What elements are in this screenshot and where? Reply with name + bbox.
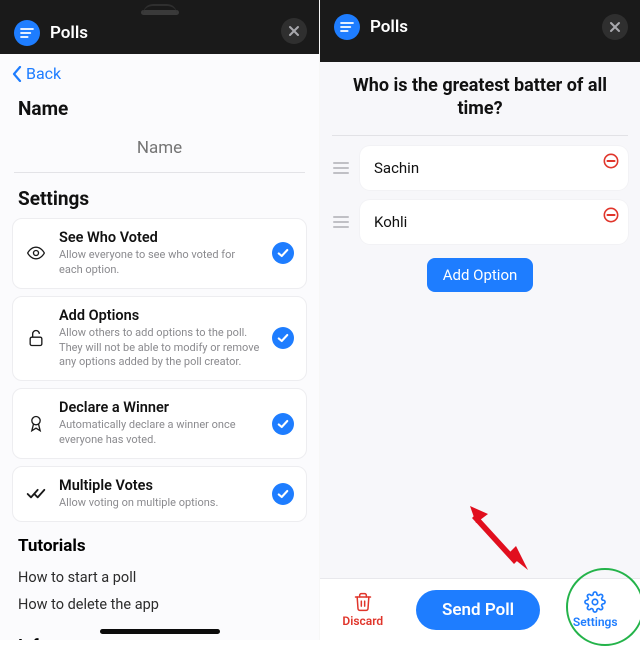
left-scroll-body[interactable]: Back Name Settings See Who Voted Allow e… [0, 54, 319, 640]
option-label: Kohli [374, 213, 407, 231]
option-row: Sachin [332, 146, 628, 190]
polls-logo-icon [334, 14, 360, 40]
checkmark-icon[interactable] [272, 413, 294, 435]
settings-list: See Who Voted Allow everyone to see who … [0, 218, 319, 522]
tutorials-section-title: Tutorials [18, 536, 301, 556]
option-row: Kohli [332, 200, 628, 244]
setting-desc: Allow voting on multiple options. [59, 496, 260, 511]
setting-title: Add Options [59, 307, 260, 324]
poll-question: Who is the greatest batter of all time? [320, 62, 640, 135]
name-section-title: Name [0, 89, 319, 128]
back-button[interactable]: Back [0, 54, 319, 89]
drag-handle-icon[interactable] [332, 216, 350, 228]
app-title: Polls [50, 23, 88, 43]
checkmark-icon[interactable] [272, 483, 294, 505]
remove-option-button[interactable] [602, 152, 620, 170]
poll-preview-pane: Polls Who is the greatest batter of all … [320, 0, 640, 640]
settings-section-title: Settings [0, 185, 319, 218]
setting-see-who-voted[interactable]: See Who Voted Allow everyone to see who … [12, 218, 307, 289]
discard-label: Discard [342, 614, 383, 628]
option-label: Sachin [374, 159, 419, 177]
double-check-icon [25, 484, 47, 504]
tutorial-link-delete-app[interactable]: How to delete the app [18, 591, 301, 618]
option-input[interactable]: Kohli [360, 200, 628, 244]
setting-multiple-votes[interactable]: Multiple Votes Allow voting on multiple … [12, 466, 307, 522]
setting-desc: Allow everyone to see who voted for each… [59, 248, 260, 278]
checkmark-icon[interactable] [272, 242, 294, 264]
settings-label: Settings [573, 615, 618, 629]
back-label: Back [26, 64, 61, 83]
divider [332, 135, 628, 136]
setting-title: Multiple Votes [59, 477, 260, 494]
divider [14, 172, 305, 173]
option-input[interactable]: Sachin [360, 146, 628, 190]
app-brand: Polls [334, 14, 408, 40]
header-bar: Polls [320, 0, 640, 62]
header-bar: Polls [0, 0, 319, 54]
poll-options-list: Sachin Kohli [320, 146, 640, 244]
send-poll-button[interactable]: Send Poll [416, 590, 540, 630]
polls-logo-icon [14, 20, 40, 46]
poll-name-input[interactable] [18, 128, 301, 168]
setting-desc: Automatically declare a winner once ever… [59, 418, 260, 448]
setting-title: Declare a Winner [59, 399, 260, 416]
sheet-grabber-icon[interactable] [141, 10, 179, 15]
app-title: Polls [370, 17, 408, 37]
checkmark-icon[interactable] [272, 327, 294, 349]
setting-add-options[interactable]: Add Options Allow others to add options … [12, 296, 307, 382]
setting-declare-winner[interactable]: Declare a Winner Automatically declare a… [12, 388, 307, 459]
tutorial-link-start-poll[interactable]: How to start a poll [18, 564, 301, 591]
add-option-button[interactable]: Add Option [427, 258, 534, 292]
bottom-toolbar: Discard Send Poll Settings [320, 578, 640, 640]
unlock-icon [25, 328, 47, 348]
remove-option-button[interactable] [602, 206, 620, 224]
ribbon-icon [25, 414, 47, 434]
eye-icon [25, 243, 47, 263]
home-indicator-icon[interactable] [100, 629, 220, 634]
discard-button[interactable]: Discard [342, 592, 383, 628]
settings-button[interactable]: Settings [573, 591, 618, 629]
app-brand: Polls [14, 20, 88, 46]
setting-title: See Who Voted [59, 229, 260, 246]
setting-desc: Allow others to add options to the poll.… [59, 326, 260, 371]
close-button[interactable] [602, 14, 628, 40]
close-button[interactable] [281, 18, 307, 44]
create-poll-pane: Polls Back Name Settings [0, 0, 320, 640]
drag-handle-icon[interactable] [332, 162, 350, 174]
